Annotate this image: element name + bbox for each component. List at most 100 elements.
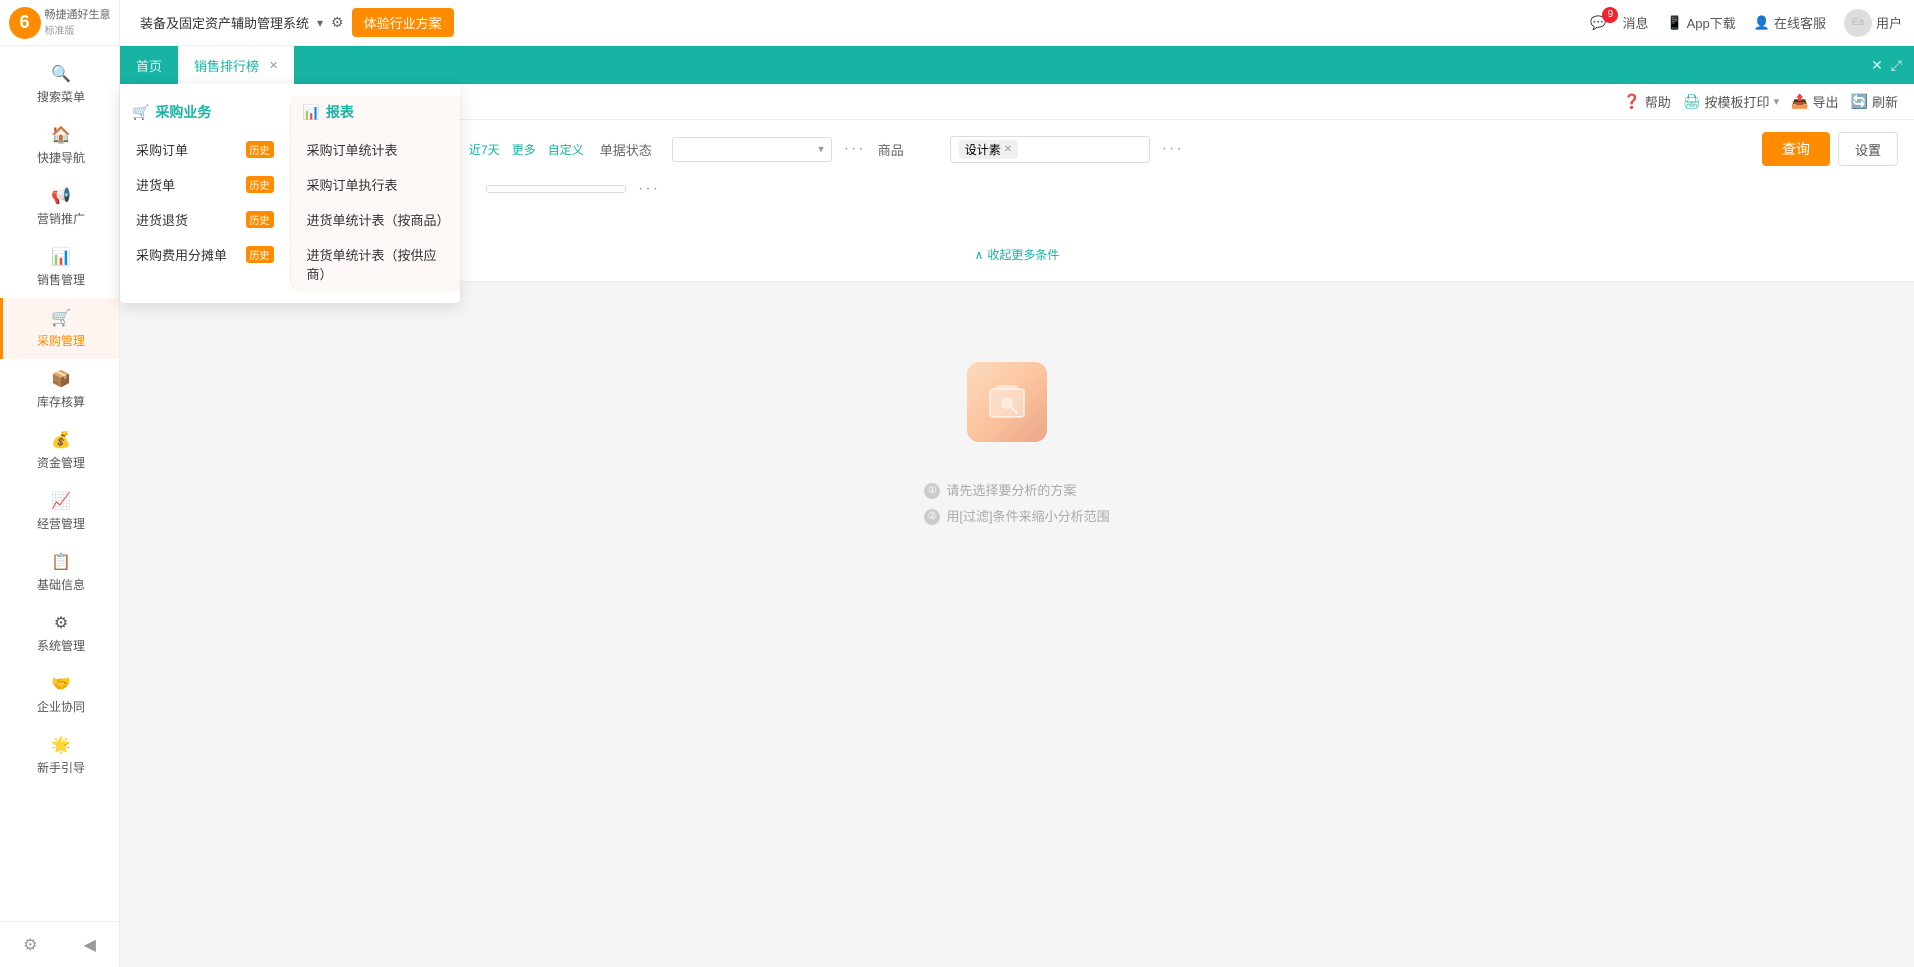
guide-nav-label: 新手引导 — [37, 759, 85, 776]
header-right: 💬 9 消息 📱 App下载 👤 在线客服 Ea 用户 — [1590, 9, 1902, 37]
sidebar-item-search[interactable]: 🔍 搜索菜单 — [0, 54, 119, 115]
app-label: App下载 — [1687, 13, 1736, 32]
dropdown-item-supplier-stat[interactable]: 进货单统计表（按供应商） — [303, 237, 449, 291]
message-label: 消息 — [1622, 13, 1648, 32]
sidebar-item-operations[interactable]: 📈经营管理 — [0, 481, 119, 542]
tab-close-btn[interactable]: ✕ — [1871, 57, 1883, 74]
collapse-arrow: ∧ — [975, 248, 984, 262]
sys-title: 装备及固定资产辅助管理系统 — [140, 13, 309, 32]
finance-nav-label: 资金管理 — [37, 454, 85, 471]
expense-label: 采购费用分摊单 — [136, 245, 227, 264]
print-btn[interactable]: 🖨 按模板打印 ▾ — [1683, 92, 1779, 111]
empty-hints: ① 请先选择要分析的方案 ② 用[过滤]条件来缩小分析范围 — [924, 478, 1109, 530]
finance-nav-icon: 💰 — [51, 430, 71, 450]
hint2-num: ② — [924, 509, 940, 525]
staff-input[interactable] — [486, 185, 626, 193]
report-icon: 📊 — [303, 104, 320, 121]
tab-close-icon[interactable]: ✕ — [269, 59, 278, 72]
tab-home-label: 首页 — [136, 56, 162, 75]
sidebar-item-guide[interactable]: 🌟 新手引导 — [0, 725, 119, 786]
operations-nav-label: 经营管理 — [37, 515, 85, 532]
dropdown-item-receipt[interactable]: 进货单 历史 — [132, 167, 278, 202]
empty-hint-1: ① 请先选择要分析的方案 — [924, 478, 1109, 504]
empty-icon — [967, 362, 1067, 462]
goods-input[interactable]: 设计素 ✕ — [950, 136, 1150, 163]
enterprise-nav-icon: 🤝 — [51, 674, 71, 694]
sidebar-item-inventory[interactable]: 📦库存核算 — [0, 359, 119, 420]
basic-nav-label: 基础信息 — [37, 576, 85, 593]
po-label: 采购订单 — [136, 140, 188, 159]
report-header: 📊 报表 — [303, 96, 449, 132]
sidebar-item-quicknav[interactable]: 🏠 快捷导航 — [0, 115, 119, 176]
service-btn[interactable]: 👤 在线客服 — [1754, 13, 1826, 32]
system-nav-label: 系统管理 — [37, 637, 85, 654]
dropdown-item-po-stat[interactable]: 采购订单统计表 — [303, 132, 449, 167]
refresh-icon: 🔄 — [1851, 93, 1868, 110]
purchase-nav-icon: 🛒 — [51, 308, 71, 328]
tab-sales-rank[interactable]: 销售排行榜 ✕ — [178, 46, 294, 84]
collapse-icon[interactable]: ◀ — [84, 935, 96, 955]
print-dropdown-icon[interactable]: ▾ — [1774, 95, 1780, 108]
quicknav-nav-icon: 🏠 — [51, 125, 71, 145]
sidebar-bottom: ⚙ ◀ — [0, 921, 119, 967]
sidebar-item-basic[interactable]: 📋基础信息 — [0, 542, 119, 603]
header-middle: 装备及固定资产辅助管理系统 ▾ ⚙ 体验行业方案 — [140, 8, 1590, 37]
tab-expand-btn[interactable]: ⤢ — [1891, 57, 1902, 74]
sidebar-item-system[interactable]: ⚙ 系统管理 — [0, 603, 119, 664]
export-btn[interactable]: 📤 导出 — [1791, 92, 1838, 111]
app-icon: 📱 — [1666, 15, 1682, 31]
tab-home[interactable]: 首页 — [120, 46, 178, 84]
status-dots[interactable]: ··· — [844, 140, 866, 158]
receipt-label: 进货单 — [136, 175, 175, 194]
industry-btn[interactable]: 体验行业方案 — [352, 8, 454, 37]
settings-btn[interactable]: 设置 — [1838, 132, 1898, 166]
dropdown-sections: 🛒 采购业务 采购订单 历史 进货单 历史 进货退货 历史 采购费用分摊单 历史 — [120, 96, 460, 291]
dropdown-item-po-exec[interactable]: 采购订单执行表 — [303, 167, 449, 202]
refresh-btn[interactable]: 🔄 刷新 — [1851, 92, 1898, 111]
query-btn[interactable]: 查询 — [1762, 132, 1830, 166]
supplier-stat-label: 进货单统计表（按供应商） — [307, 245, 445, 283]
message-btn[interactable]: 💬 9 消息 — [1590, 13, 1648, 32]
system-nav-icon: ⚙ — [54, 613, 68, 633]
dropdown-item-expense[interactable]: 采购费用分摊单 历史 — [132, 237, 278, 272]
staff-dots[interactable]: ··· — [638, 180, 660, 198]
print-icon: 🖨 — [1683, 93, 1701, 110]
service-label: 在线客服 — [1774, 13, 1826, 32]
purchase-header: 🛒 采购业务 — [132, 96, 278, 132]
help-icon: ❓ — [1623, 93, 1640, 110]
refresh-label: 刷新 — [1872, 92, 1898, 111]
sidebar-item-finance[interactable]: 💰 资金管理 — [0, 420, 119, 481]
sidebar: 6 畅捷通好生意 标准版 🔍搜索菜单🏠快捷导航📢营销推广📊销售管理🛒采购管理📦库… — [0, 0, 120, 967]
settings-icon[interactable]: ⚙ — [23, 935, 37, 955]
dropdown-item-po[interactable]: 采购订单 历史 — [132, 132, 278, 167]
sidebar-nav: 🔍 搜索菜单 🏠 快捷导航 📢营销推广📊销售管理🛒采购管理📦库存核算 💰 资金管理 📈经营管理… — [0, 46, 119, 921]
enterprise-nav-label: 企业协同 — [37, 698, 85, 715]
return-history: 历史 — [246, 211, 274, 228]
search-nav-label: 搜索菜单 — [37, 88, 85, 105]
logo-sub: 标准版 — [45, 22, 111, 37]
sidebar-item-purchase[interactable]: 🛒采购管理 — [0, 298, 119, 359]
gear-icon[interactable]: ⚙ — [331, 14, 344, 31]
app-download-btn[interactable]: 📱 App下载 — [1666, 13, 1735, 32]
sys-dropdown-btn[interactable]: ▾ — [317, 16, 323, 30]
quick-more-btn[interactable]: 更多 — [508, 139, 540, 160]
status-select[interactable] — [672, 137, 832, 162]
dropdown-item-return[interactable]: 进货退货 历史 — [132, 202, 278, 237]
dropdown-item-goods-stat[interactable]: 进货单统计表（按商品） — [303, 202, 449, 237]
sidebar-item-sales[interactable]: 📊销售管理 — [0, 237, 119, 298]
hint2-text: 用[过滤]条件来缩小分析范围 — [946, 504, 1109, 530]
quick-7days-btn[interactable]: 近7天 — [465, 139, 504, 160]
sidebar-item-enterprise[interactable]: 🤝 企业协同 — [0, 664, 119, 725]
goods-tag-close[interactable]: ✕ — [1004, 144, 1012, 155]
user-btn[interactable]: Ea 用户 — [1844, 9, 1902, 37]
help-btn[interactable]: ❓ 帮助 — [1623, 92, 1670, 111]
quicknav-nav-label: 快捷导航 — [37, 149, 85, 166]
service-icon: 👤 — [1754, 15, 1770, 31]
quick-custom-btn[interactable]: 自定义 — [544, 139, 588, 160]
guide-nav-icon: 🌟 — [51, 735, 71, 755]
purchase-title: 采购业务 — [155, 102, 211, 122]
sales-nav-label: 销售管理 — [37, 271, 85, 288]
sidebar-item-marketing[interactable]: 📢营销推广 — [0, 176, 119, 237]
search-nav-icon: 🔍 — [51, 64, 71, 84]
goods-dots[interactable]: ··· — [1162, 140, 1184, 158]
